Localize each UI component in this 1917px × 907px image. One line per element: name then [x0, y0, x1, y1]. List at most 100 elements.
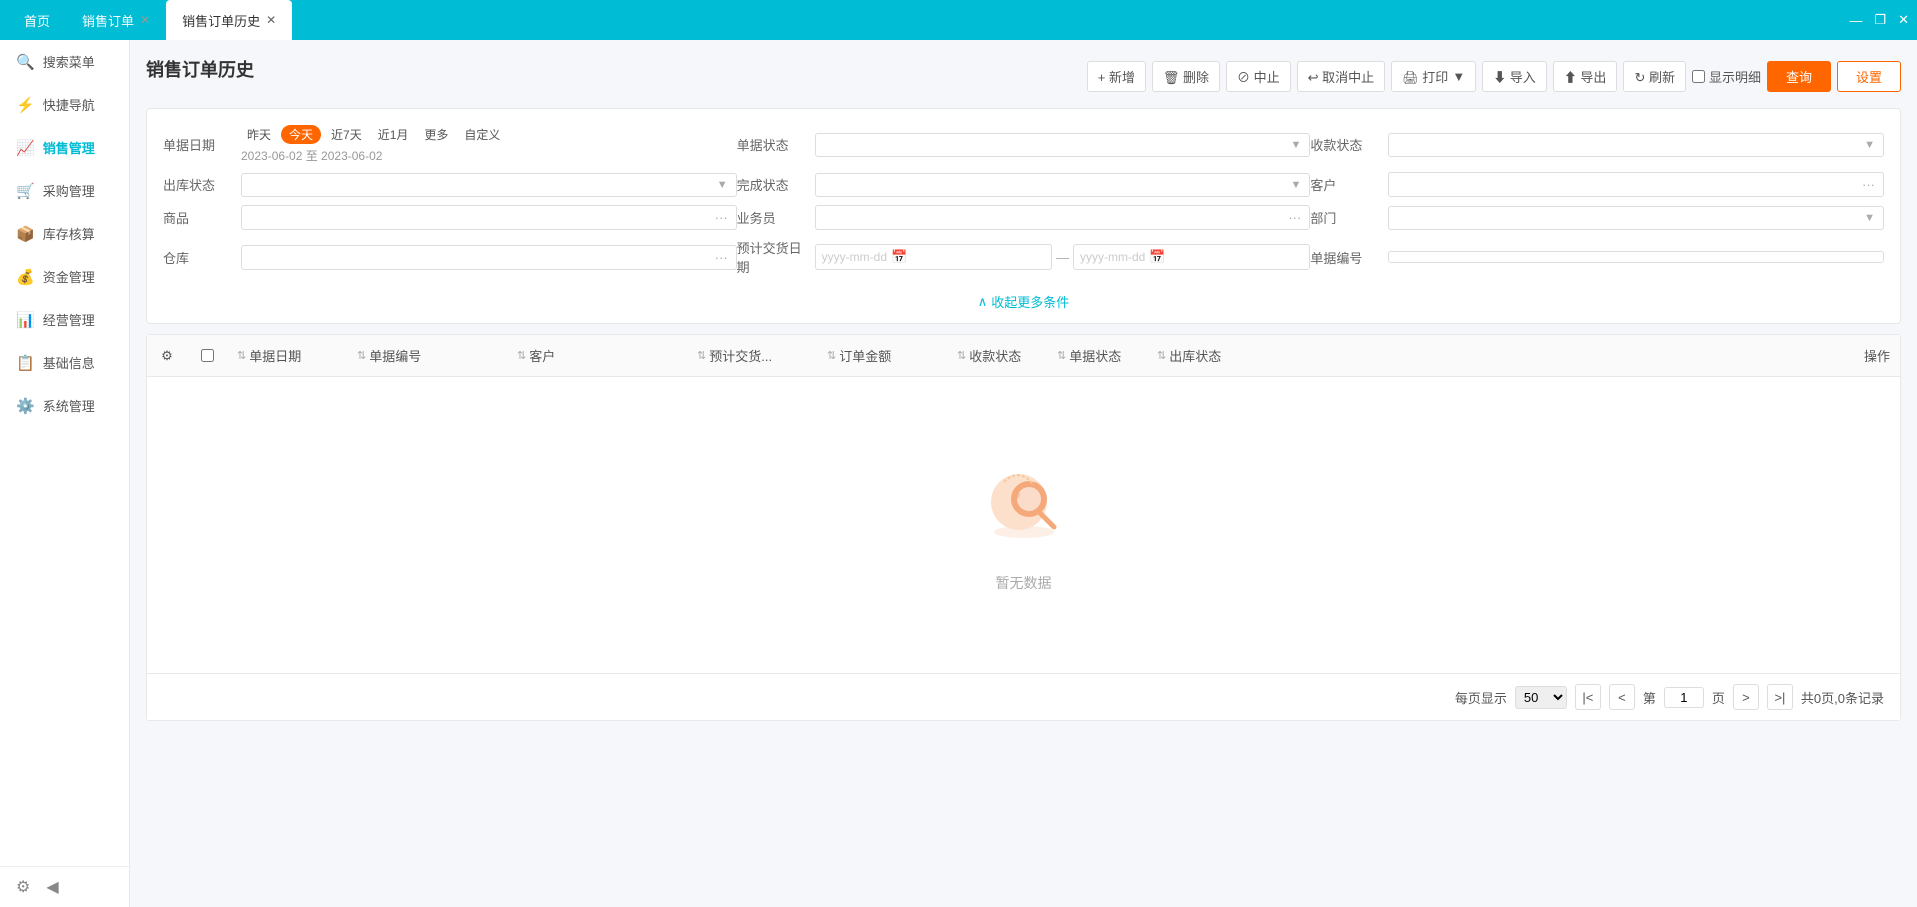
select-all-checkbox[interactable]: [201, 349, 214, 362]
show-detail-checkbox[interactable]: [1692, 70, 1705, 83]
completion-status-arrow-icon: ▼: [1290, 179, 1301, 191]
sidebar-item-basic-info[interactable]: 📋 基础信息: [0, 341, 129, 384]
filter-cell-customer: 客户 ···: [1310, 172, 1884, 197]
department-select[interactable]: ▼: [1388, 206, 1884, 230]
system-icon: ⚙️: [16, 397, 35, 415]
sidebar-item-finance[interactable]: 💰 资金管理: [0, 255, 129, 298]
sidebar-item-quicknav[interactable]: ⚡ 快捷导航: [0, 83, 129, 126]
department-arrow-icon: ▼: [1864, 212, 1875, 224]
minimize-icon[interactable]: —: [1849, 13, 1862, 28]
th-checkbox: [187, 349, 227, 362]
tab-sales-history-label: 销售订单历史: [182, 11, 260, 30]
sidebar-item-system-label: 系统管理: [43, 396, 95, 415]
filter-row-3: 商品 ··· 业务员 ··· 部门: [147, 201, 1900, 234]
sidebar-item-sales[interactable]: 📈 销售管理: [0, 126, 129, 169]
per-page-select[interactable]: 50 10 20 100: [1515, 686, 1567, 709]
payment-status-select[interactable]: ▼: [1388, 133, 1884, 157]
export-button[interactable]: ⬆ 导出: [1553, 61, 1618, 92]
bill-number-label: 单据编号: [1310, 248, 1380, 267]
outbound-status-select[interactable]: ▼: [241, 173, 737, 197]
tab-sales-order-close[interactable]: ✕: [140, 13, 150, 27]
bill-status-label: 单据状态: [737, 135, 807, 154]
sidebar-item-operations[interactable]: 📊 经营管理: [0, 298, 129, 341]
delete-button[interactable]: 🗑 删除: [1152, 61, 1220, 92]
sidebar-item-search[interactable]: 🔍 搜索菜单: [0, 40, 129, 83]
tab-home[interactable]: 首页: [8, 0, 66, 40]
page-number-input[interactable]: [1664, 687, 1704, 708]
sidebar-item-sales-label: 销售管理: [43, 138, 95, 157]
table-settings-icon[interactable]: ⚙: [161, 348, 173, 364]
sidebar-item-system[interactable]: ⚙️ 系统管理: [0, 384, 129, 427]
sort-icon-delivery[interactable]: ⇅: [697, 349, 706, 362]
pagination: 每页显示 50 10 20 100 |< < 第 页 > >| 共0页,0条记录: [147, 673, 1900, 720]
last-page-button[interactable]: >|: [1767, 684, 1793, 710]
date-yesterday-btn[interactable]: 昨天: [241, 125, 277, 144]
sort-icon-customer[interactable]: ⇅: [517, 349, 526, 362]
date-range-display: 2023-06-02 至 2023-06-02: [241, 147, 737, 164]
filter-cell-department: 部门 ▼: [1310, 206, 1884, 230]
first-page-button[interactable]: |<: [1575, 684, 1601, 710]
collapse-button[interactable]: ∧ 收起更多条件: [978, 288, 1070, 311]
date-1month-btn[interactable]: 近1月: [372, 125, 415, 144]
sidebar-item-search-label: 搜索菜单: [43, 52, 95, 71]
close-window-icon[interactable]: ✕: [1898, 12, 1909, 28]
show-detail-checkbox-label[interactable]: 显示明细: [1692, 67, 1761, 86]
sort-icon-number[interactable]: ⇅: [357, 349, 366, 362]
th-settings[interactable]: ⚙: [147, 348, 187, 364]
stop-button[interactable]: ⊘ 中止: [1226, 61, 1291, 92]
bill-status-select[interactable]: ▼: [815, 133, 1311, 157]
filter-cell-completion-status: 完成状态 ▼: [737, 173, 1311, 197]
page-prefix: 第: [1643, 688, 1656, 707]
sidebar-item-inventory[interactable]: 📦 库存核算: [0, 212, 129, 255]
query-button[interactable]: 查询: [1767, 61, 1831, 92]
table-header: ⚙ ⇅ 单据日期 ⇅ 单据编号 ⇅ 客户 ⇅: [147, 335, 1900, 377]
sidebar-collapse-icon[interactable]: ◀: [46, 877, 58, 897]
salesperson-more-icon[interactable]: ···: [1288, 210, 1301, 225]
date-7days-btn[interactable]: 近7天: [325, 125, 368, 144]
new-button[interactable]: + 新增: [1087, 61, 1146, 92]
filter-settings-button[interactable]: 设置: [1837, 61, 1901, 92]
filter-cell-outbound-status: 出库状态 ▼: [163, 173, 737, 197]
date-custom-btn[interactable]: 自定义: [458, 125, 506, 144]
product-more-icon[interactable]: ···: [715, 210, 728, 225]
main-layout: 🔍 搜索菜单 ⚡ 快捷导航 📈 销售管理 🛒 采购管理 📦 库存核算 💰 资金管…: [0, 40, 1917, 907]
empty-state: 暂无数据: [147, 377, 1900, 673]
sort-icon-date[interactable]: ⇅: [237, 349, 246, 362]
calendar-to-icon[interactable]: 📅: [1149, 249, 1165, 265]
sidebar-item-purchase[interactable]: 🛒 采购管理: [0, 169, 129, 212]
empty-illustration: [974, 457, 1074, 557]
restore-icon[interactable]: ❐: [1874, 12, 1886, 28]
date-today-btn[interactable]: 今天: [281, 125, 321, 144]
sort-icon-amount[interactable]: ⇅: [827, 349, 836, 362]
delivery-date-to: yyyy-mm-dd: [1080, 250, 1145, 264]
th-actions: 操作: [1247, 346, 1900, 365]
print-button[interactable]: 🖨 打印 ▼: [1391, 61, 1476, 92]
prev-page-button[interactable]: <: [1609, 684, 1635, 710]
sidebar-settings-icon[interactable]: ⚙: [16, 877, 30, 897]
sort-icon-bill-status[interactable]: ⇅: [1057, 349, 1066, 362]
cancel-stop-button[interactable]: ↩ 取消中止: [1297, 61, 1386, 92]
refresh-button[interactable]: ↻ 刷新: [1623, 61, 1686, 92]
tab-sales-history-close[interactable]: ✕: [266, 13, 276, 27]
warehouse-more-icon[interactable]: ···: [715, 250, 728, 265]
total-records: 共0页,0条记录: [1801, 688, 1884, 707]
th-bill-status: ⇅ 单据状态: [1047, 346, 1147, 365]
import-button[interactable]: ⬇ 导入: [1482, 61, 1547, 92]
date-label: 单据日期: [163, 135, 233, 154]
sort-icon-outbound[interactable]: ⇅: [1157, 349, 1166, 362]
filter-cell-salesperson: 业务员 ···: [737, 205, 1311, 230]
salesperson-label: 业务员: [737, 208, 807, 227]
th-date: ⇅ 单据日期: [227, 346, 347, 365]
tab-sales-order[interactable]: 销售订单 ✕: [66, 0, 166, 40]
th-number: ⇅ 单据编号: [347, 346, 507, 365]
print-dropdown-icon: ▼: [1452, 69, 1465, 84]
next-page-button[interactable]: >: [1733, 684, 1759, 710]
sort-icon-payment[interactable]: ⇅: [957, 349, 966, 362]
date-more-btn[interactable]: 更多: [418, 125, 454, 144]
tab-sales-order-label: 销售订单: [82, 11, 134, 30]
calendar-from-icon[interactable]: 📅: [891, 249, 907, 265]
tab-sales-history[interactable]: 销售订单历史 ✕: [166, 0, 292, 40]
completion-status-select[interactable]: ▼: [815, 173, 1311, 197]
department-label: 部门: [1310, 208, 1380, 227]
customer-more-icon[interactable]: ···: [1862, 177, 1875, 192]
